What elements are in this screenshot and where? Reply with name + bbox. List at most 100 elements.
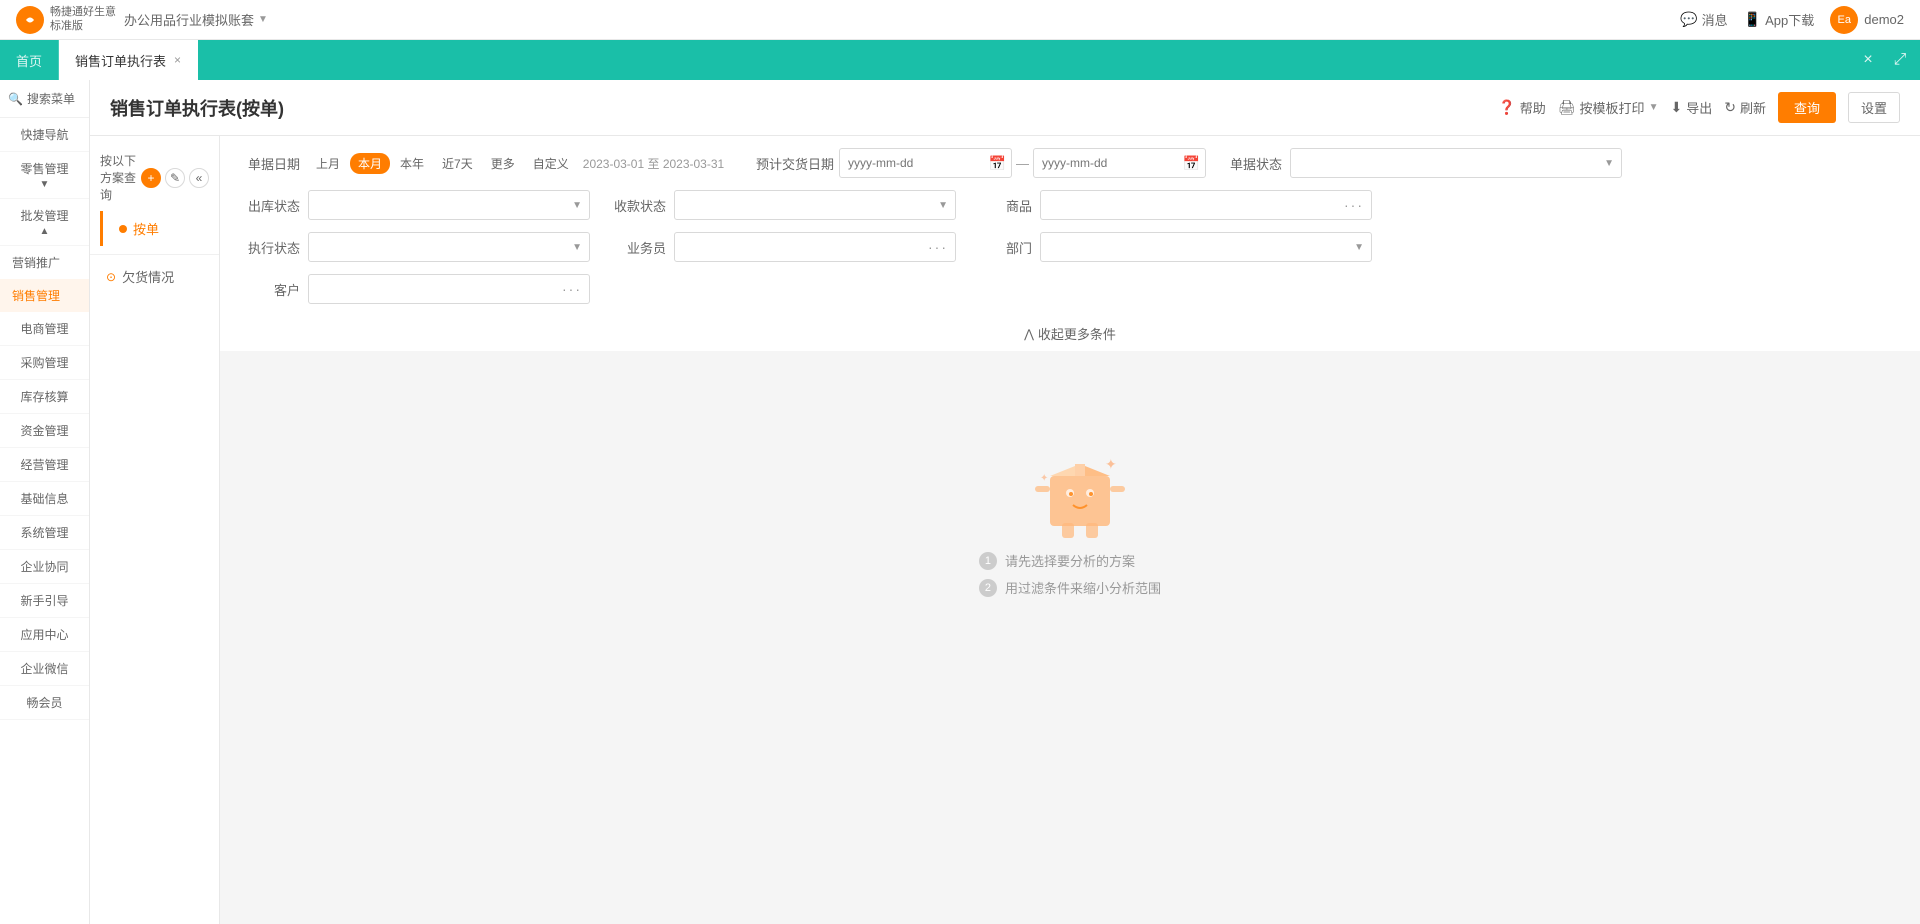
- filter-row-2: 出库状态 ▼ 收款状态: [240, 190, 1900, 220]
- message-btn[interactable]: 💬 消息: [1680, 10, 1727, 29]
- scheme-dot: [119, 225, 127, 233]
- sidebar-item-ops[interactable]: 经营管理: [0, 448, 89, 482]
- filter-group-date: 单据日期 上月 本月 本年 近7天 更多 自定义 2023-03-01 至 20…: [240, 153, 740, 174]
- sidebar-item-finance[interactable]: 资金管理: [0, 414, 89, 448]
- filter-group-expected-date: 预计交货日期 📅 —: [756, 148, 1206, 178]
- date-tab-custom[interactable]: 自定义: [525, 153, 577, 174]
- scheme-edit-btn[interactable]: ✎: [165, 168, 185, 188]
- main-layout: 🔍 搜索菜单 快捷导航 零售管理 ▼ 批发管理 ▲ 营销推广 销售管理 电商管理…: [0, 80, 1920, 924]
- user-area[interactable]: Ea demo2: [1830, 6, 1904, 34]
- execution-select[interactable]: [308, 232, 590, 262]
- sidebar-item-purchase[interactable]: 采购管理: [0, 346, 89, 380]
- tab-current[interactable]: 销售订单执行表 ×: [59, 40, 198, 80]
- print-btn[interactable]: 🖨 按模板打印 ▼: [1558, 98, 1659, 117]
- scheme-collapse-btn[interactable]: «: [189, 168, 209, 188]
- sidebar-item-apps[interactable]: 应用中心: [0, 618, 89, 652]
- department-select[interactable]: [1040, 232, 1372, 262]
- scheme-add-btn[interactable]: +: [141, 168, 161, 188]
- filter-group-payment: 收款状态 ▼: [606, 190, 956, 220]
- filter-group-order-status: 单据状态 ▼: [1222, 148, 1622, 178]
- scheme-sidebar: 按以下方案查询 + ✎ « 按单 ⊙: [90, 136, 220, 924]
- sidebar-item-sales[interactable]: 销售管理: [0, 279, 89, 312]
- date-separator: —: [1016, 156, 1029, 171]
- date-range-expected: 📅 — 📅: [839, 148, 1206, 178]
- goods-select-wrapper: ···: [1040, 190, 1372, 220]
- expected-date-start[interactable]: [839, 148, 1012, 178]
- order-status-select-wrapper: ▼: [1290, 148, 1622, 178]
- sidebar-item-system[interactable]: 系统管理: [0, 516, 89, 550]
- sidebar-item-inventory[interactable]: 库存核算: [0, 380, 89, 414]
- sidebar-item-ecom[interactable]: 电商管理: [0, 312, 89, 346]
- workspace-selector[interactable]: 办公用品行业模拟账套 ▼: [124, 10, 268, 29]
- order-status-select[interactable]: [1290, 148, 1622, 178]
- tab-bar-actions: × ⤢: [1856, 48, 1912, 72]
- tab-close-icon[interactable]: ×: [174, 53, 181, 67]
- svg-text:✦: ✦: [1105, 456, 1117, 472]
- inner-layout: 按以下方案查询 + ✎ « 按单 ⊙: [90, 136, 1920, 924]
- tip-num-1: 1: [979, 552, 997, 570]
- execution-select-wrapper: ▼: [308, 232, 590, 262]
- date-tab-this-year[interactable]: 本年: [392, 153, 432, 174]
- salesperson-label: 业务员: [606, 238, 666, 257]
- empty-tips: 1 请先选择要分析的方案 2 用过滤条件来缩小分析范围: [979, 551, 1161, 597]
- expected-date-label: 预计交货日期: [756, 154, 831, 173]
- query-btn[interactable]: 查询: [1778, 92, 1836, 123]
- scheme-sub-item-shortage[interactable]: ⊙ 欠货情况: [90, 259, 219, 294]
- filter-group-goods: 商品 ···: [972, 190, 1372, 220]
- page-wrapper: 销售订单执行表(按单) ❓ 帮助 🖨 按模板打印 ▼ ⬇ 导出: [90, 80, 1920, 924]
- sidebar-quick-nav[interactable]: 快捷导航: [0, 118, 89, 152]
- date-tab-7days[interactable]: 近7天: [434, 153, 481, 174]
- filter-group-delivery: 出库状态 ▼: [240, 190, 590, 220]
- logo-icon: [16, 6, 44, 34]
- filter-row-date: 单据日期 上月 本月 本年 近7天 更多 自定义 2023-03-01 至 20…: [240, 148, 1900, 178]
- user-name: demo2: [1864, 12, 1904, 27]
- settings-btn[interactable]: 设置: [1848, 92, 1900, 123]
- calendar-start-icon[interactable]: 📅: [989, 155, 1006, 172]
- calendar-end-icon[interactable]: 📅: [1183, 155, 1200, 172]
- date-tab-more[interactable]: 更多: [483, 153, 523, 174]
- filter-card: 单据日期 上月 本月 本年 近7天 更多 自定义 2023-03-01 至 20…: [220, 136, 1920, 351]
- scheme-sidebar-title: 按以下方案查询: [100, 152, 141, 203]
- customer-input[interactable]: [308, 274, 590, 304]
- sidebar-item-retail[interactable]: 零售管理 ▼: [0, 152, 89, 199]
- logo-text: 畅捷通好生意 标准版: [50, 6, 116, 32]
- filter-row-3: 执行状态 ▼ 业务员: [240, 232, 1900, 262]
- sidebar-item-marketing[interactable]: 营销推广: [0, 246, 89, 279]
- help-btn[interactable]: ❓ 帮助: [1498, 98, 1545, 117]
- scheme-item-by-order[interactable]: 按单: [100, 211, 209, 246]
- goods-input[interactable]: [1040, 190, 1372, 220]
- sidebar-item-wholesale[interactable]: 批发管理 ▲: [0, 199, 89, 246]
- sidebar-item-corp[interactable]: 企业协同: [0, 550, 89, 584]
- payment-select-wrapper: ▼: [674, 190, 956, 220]
- tip-num-2: 2: [979, 579, 997, 597]
- filter-group-department: 部门 ▼: [972, 232, 1372, 262]
- tab-close-action[interactable]: ×: [1856, 48, 1880, 72]
- delivery-select[interactable]: [308, 190, 590, 220]
- payment-select[interactable]: [674, 190, 956, 220]
- payment-label: 收款状态: [606, 196, 666, 215]
- tab-expand-action[interactable]: ⤢: [1888, 48, 1912, 72]
- app-download-btn[interactable]: 📱 App下载: [1744, 10, 1815, 29]
- customer-label: 客户: [240, 280, 300, 299]
- sidebar-item-guide[interactable]: 新手引导: [0, 584, 89, 618]
- tab-home[interactable]: 首页: [0, 40, 59, 80]
- sidebar-search[interactable]: 🔍 搜索菜单: [0, 80, 89, 118]
- date-tab-last-month[interactable]: 上月: [308, 153, 348, 174]
- date-tab-this-month[interactable]: 本月: [350, 153, 390, 174]
- export-btn[interactable]: ⬇ 导出: [1670, 98, 1712, 117]
- sidebar-item-member[interactable]: 畅会员: [0, 686, 89, 720]
- refresh-btn[interactable]: ↻ 刷新: [1724, 98, 1766, 117]
- date-range-text: 2023-03-01 至 2023-03-31: [583, 155, 724, 172]
- department-label: 部门: [972, 238, 1032, 257]
- sidebar-item-wechat[interactable]: 企业微信: [0, 652, 89, 686]
- salesperson-input[interactable]: [674, 232, 956, 262]
- empty-icon: ✦ ✦: [1020, 431, 1120, 531]
- collapse-conditions-btn[interactable]: ⋀ 收起更多条件: [220, 316, 1920, 351]
- top-header: 畅捷通好生意 标准版 办公用品行业模拟账套 ▼ 💬 消息 📱 App下载 Ea …: [0, 0, 1920, 40]
- user-avatar: Ea: [1830, 6, 1858, 34]
- sidebar-item-basic[interactable]: 基础信息: [0, 482, 89, 516]
- expected-date-end[interactable]: [1033, 148, 1206, 178]
- content-area: 销售订单执行表(按单) ❓ 帮助 🖨 按模板打印 ▼ ⬇ 导出: [90, 80, 1920, 924]
- filter-group-execution: 执行状态 ▼: [240, 232, 590, 262]
- scheme-actions: + ✎ «: [141, 168, 209, 188]
